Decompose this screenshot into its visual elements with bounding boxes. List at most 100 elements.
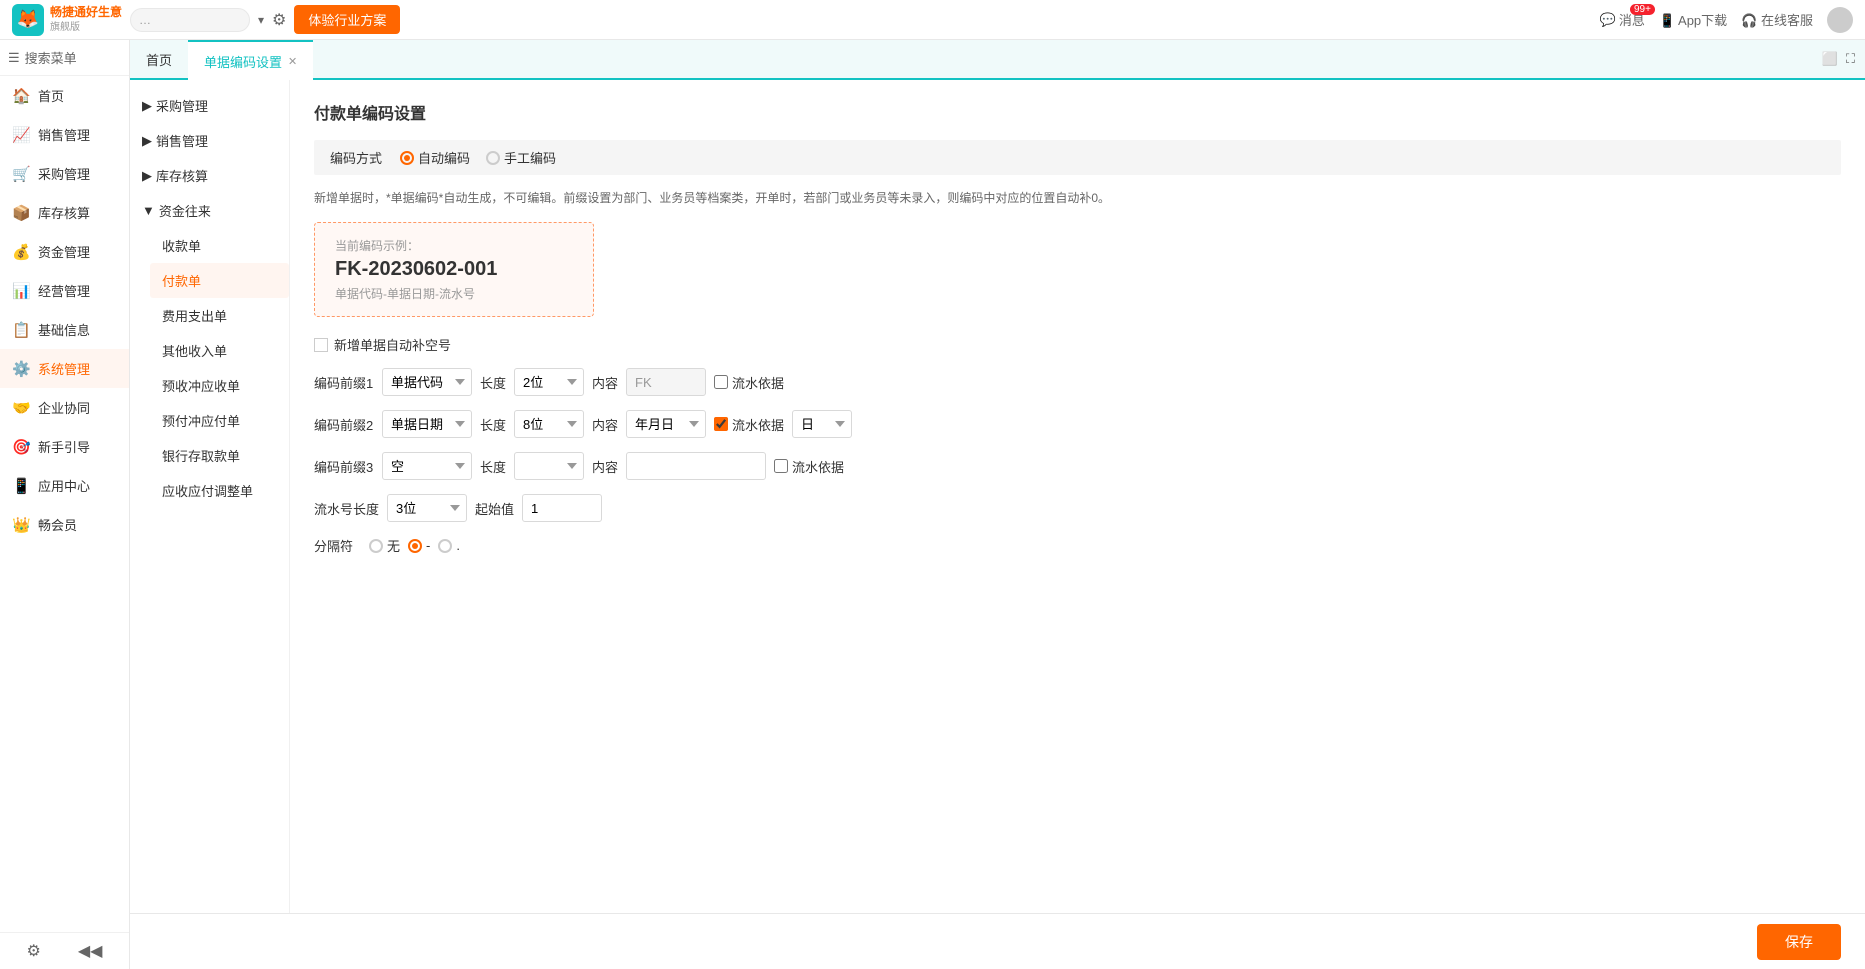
newguide-icon: 🎯 — [12, 438, 30, 456]
avatar[interactable] — [1827, 7, 1853, 33]
sidebar-item-label: 企业协同 — [38, 398, 90, 417]
prefix1-length-select[interactable]: 2位 — [514, 368, 584, 396]
sidebar: ☰ 搜索菜单 🏠 首页 📈 销售管理 🛒 采购管理 📦 库存核算 💰 资 — [0, 40, 130, 969]
prefix1-content-input[interactable] — [626, 368, 706, 396]
serial-length-select[interactable]: 3位 — [387, 494, 467, 522]
sep-none-radio[interactable]: 无 — [369, 536, 400, 555]
operation-icon: 📊 — [12, 282, 30, 300]
nav-dropdown[interactable]: ▾ — [258, 13, 264, 27]
preview-desc: 单据代码-单据日期-流水号 — [335, 285, 573, 302]
collapse-icon[interactable]: ◀◀ — [78, 941, 103, 961]
prefix2-label: 编码前缀2 — [314, 415, 374, 434]
sep-dash-radio[interactable]: - — [408, 538, 430, 553]
sidebar-item-inventory[interactable]: 📦 库存核算 — [0, 193, 129, 232]
sidebar-item-label: 首页 — [38, 86, 64, 105]
finance-icon: 💰 — [12, 243, 30, 261]
online-service-btn[interactable]: 🎧 在线客服 — [1741, 10, 1813, 29]
start-value-input[interactable] — [522, 494, 602, 522]
messages-btn[interactable]: 💬 消息 99+ — [1600, 10, 1645, 29]
inner-sub-fund: 收款单 付款单 费用支出单 其他收入单 预收冲应收单 预付冲应付单 银行存取款单… — [130, 228, 289, 508]
serial-length-row: 流水号长度 3位 起始值 — [314, 494, 1841, 522]
prefix2-select[interactable]: 单据日期 — [382, 410, 472, 438]
inner-item-payment[interactable]: 付款单 — [150, 263, 289, 298]
inner-item-receipt[interactable]: 收款单 — [150, 228, 289, 263]
inner-group-inventory[interactable]: ▶ 库存核算 — [130, 158, 289, 193]
tab-close-icon[interactable]: ✕ — [288, 55, 297, 68]
sep-none-dot — [369, 539, 383, 553]
save-bar: 保存 — [130, 913, 1865, 969]
inner-item-prepay-collect[interactable]: 预收冲应收单 — [150, 368, 289, 403]
form-area: 付款单编码设置 编码方式 自动编码 手工编码 — [290, 80, 1865, 913]
sales-icon: 📈 — [12, 126, 30, 144]
prefix3-serial-checkbox[interactable] — [774, 459, 788, 473]
sidebar-item-home[interactable]: 🏠 首页 — [0, 76, 129, 115]
prefix3-length-label: 长度 — [480, 457, 506, 476]
prefix2-content-label: 内容 — [592, 415, 618, 434]
prefix3-length-select[interactable] — [514, 452, 584, 480]
sidebar-item-newguide[interactable]: 🎯 新手引导 — [0, 427, 129, 466]
save-button[interactable]: 保存 — [1757, 924, 1841, 960]
tab-collapse-icon[interactable]: ⬜ — [1822, 51, 1838, 67]
inner-item-prepay-pay[interactable]: 预付冲应付单 — [150, 403, 289, 438]
sidebar-item-system[interactable]: ⚙️ 系统管理 — [0, 349, 129, 388]
settings-bottom-icon[interactable]: ⚙ — [27, 941, 41, 961]
inner-item-other-income[interactable]: 其他收入单 — [150, 333, 289, 368]
sidebar-item-purchase[interactable]: 🛒 采购管理 — [0, 154, 129, 193]
sidebar-item-finance[interactable]: 💰 资金管理 — [0, 232, 129, 271]
separator-label: 分隔符 — [314, 536, 353, 555]
preview-box: 当前编码示例： FK-20230602-001 单据代码-单据日期-流水号 — [314, 222, 594, 317]
prefix2-length-select[interactable]: 8位 — [514, 410, 584, 438]
prefix2-serial-checkbox[interactable] — [714, 417, 728, 431]
auto-fill-checkbox[interactable] — [314, 338, 328, 352]
inner-group-purchase[interactable]: ▶ 采购管理 — [130, 88, 289, 123]
system-icon: ⚙️ — [12, 360, 30, 378]
sidebar-item-sales[interactable]: 📈 销售管理 — [0, 115, 129, 154]
sidebar-item-enterprise[interactable]: 🤝 企业协同 — [0, 388, 129, 427]
prefix2-row: 编码前缀2 单据日期 长度 8位 内容 年月日 流水依据 — [314, 410, 1841, 438]
sidebar-item-label: 系统管理 — [38, 359, 90, 378]
inner-group-sales[interactable]: ▶ 销售管理 — [130, 123, 289, 158]
sidebar-bottom: ⚙ ◀◀ — [0, 932, 129, 969]
prefix3-serial-check[interactable]: 流水依据 — [774, 457, 844, 476]
sidebar-item-operation[interactable]: 📊 经营管理 — [0, 271, 129, 310]
inner-item-expense[interactable]: 费用支出单 — [150, 298, 289, 333]
sidebar-item-label: 应用中心 — [38, 476, 90, 495]
search-menu-btn[interactable]: ☰ 搜索菜单 — [0, 40, 129, 76]
tab-encode-setting[interactable]: 单据编码设置 ✕ — [188, 40, 313, 80]
sidebar-item-apps[interactable]: 📱 应用中心 — [0, 466, 129, 505]
manual-encode-radio[interactable]: 手工编码 — [486, 148, 556, 167]
app-download-btn[interactable]: 📱 App下载 — [1659, 10, 1727, 29]
trial-button[interactable]: 体验行业方案 — [294, 5, 400, 34]
encode-method-radio-group: 自动编码 手工编码 — [400, 148, 556, 167]
top-bar: 🦊 畅捷通好生意 旗舰版 … ▾ ⚙ 体验行业方案 💬 消息 99+ 📱 App… — [0, 0, 1865, 40]
inner-item-bank-deposit[interactable]: 银行存取款单 — [150, 438, 289, 473]
sidebar-item-label: 库存核算 — [38, 203, 90, 222]
preview-label: 当前编码示例： — [335, 237, 573, 254]
tab-expand-icon[interactable]: ⛶ — [1846, 51, 1855, 67]
prefix2-serial-check[interactable]: 流水依据 — [714, 415, 784, 434]
prefix2-serial-select[interactable]: 日 — [792, 410, 852, 438]
tab-home[interactable]: 首页 — [130, 40, 188, 79]
sidebar-item-member[interactable]: 👑 畅会员 — [0, 505, 129, 544]
auto-fill-row: 新增单据自动补空号 — [314, 335, 1841, 354]
settings-icon[interactable]: ⚙ — [272, 10, 286, 30]
prefix3-content-input[interactable] — [626, 452, 766, 480]
home-icon: 🏠 — [12, 87, 30, 105]
inner-group-fund[interactable]: ▼ 资金往来 — [130, 193, 289, 228]
prefix2-content-select[interactable]: 年月日 — [626, 410, 706, 438]
prefix1-select[interactable]: 单据代码 — [382, 368, 472, 396]
prefix1-serial-checkbox[interactable] — [714, 375, 728, 389]
auto-encode-radio[interactable]: 自动编码 — [400, 148, 470, 167]
apps-icon: 📱 — [12, 477, 30, 495]
tab-encode-setting-label: 单据编码设置 — [204, 52, 282, 71]
prefix3-row: 编码前缀3 空 长度 内容 流水依据 — [314, 452, 1841, 480]
enterprise-icon: 🤝 — [12, 399, 30, 417]
auto-fill-label: 新增单据自动补空号 — [334, 335, 451, 354]
prefix3-select[interactable]: 空 — [382, 452, 472, 480]
prefix1-content-label: 内容 — [592, 373, 618, 392]
sidebar-item-basic[interactable]: 📋 基础信息 — [0, 310, 129, 349]
prefix1-serial-check[interactable]: 流水依据 — [714, 373, 784, 392]
search-menu-label: 搜索菜单 — [25, 48, 77, 67]
inner-item-ar-ap-adjust[interactable]: 应收应付调整单 — [150, 473, 289, 508]
sep-dot-radio[interactable]: . — [438, 538, 460, 553]
